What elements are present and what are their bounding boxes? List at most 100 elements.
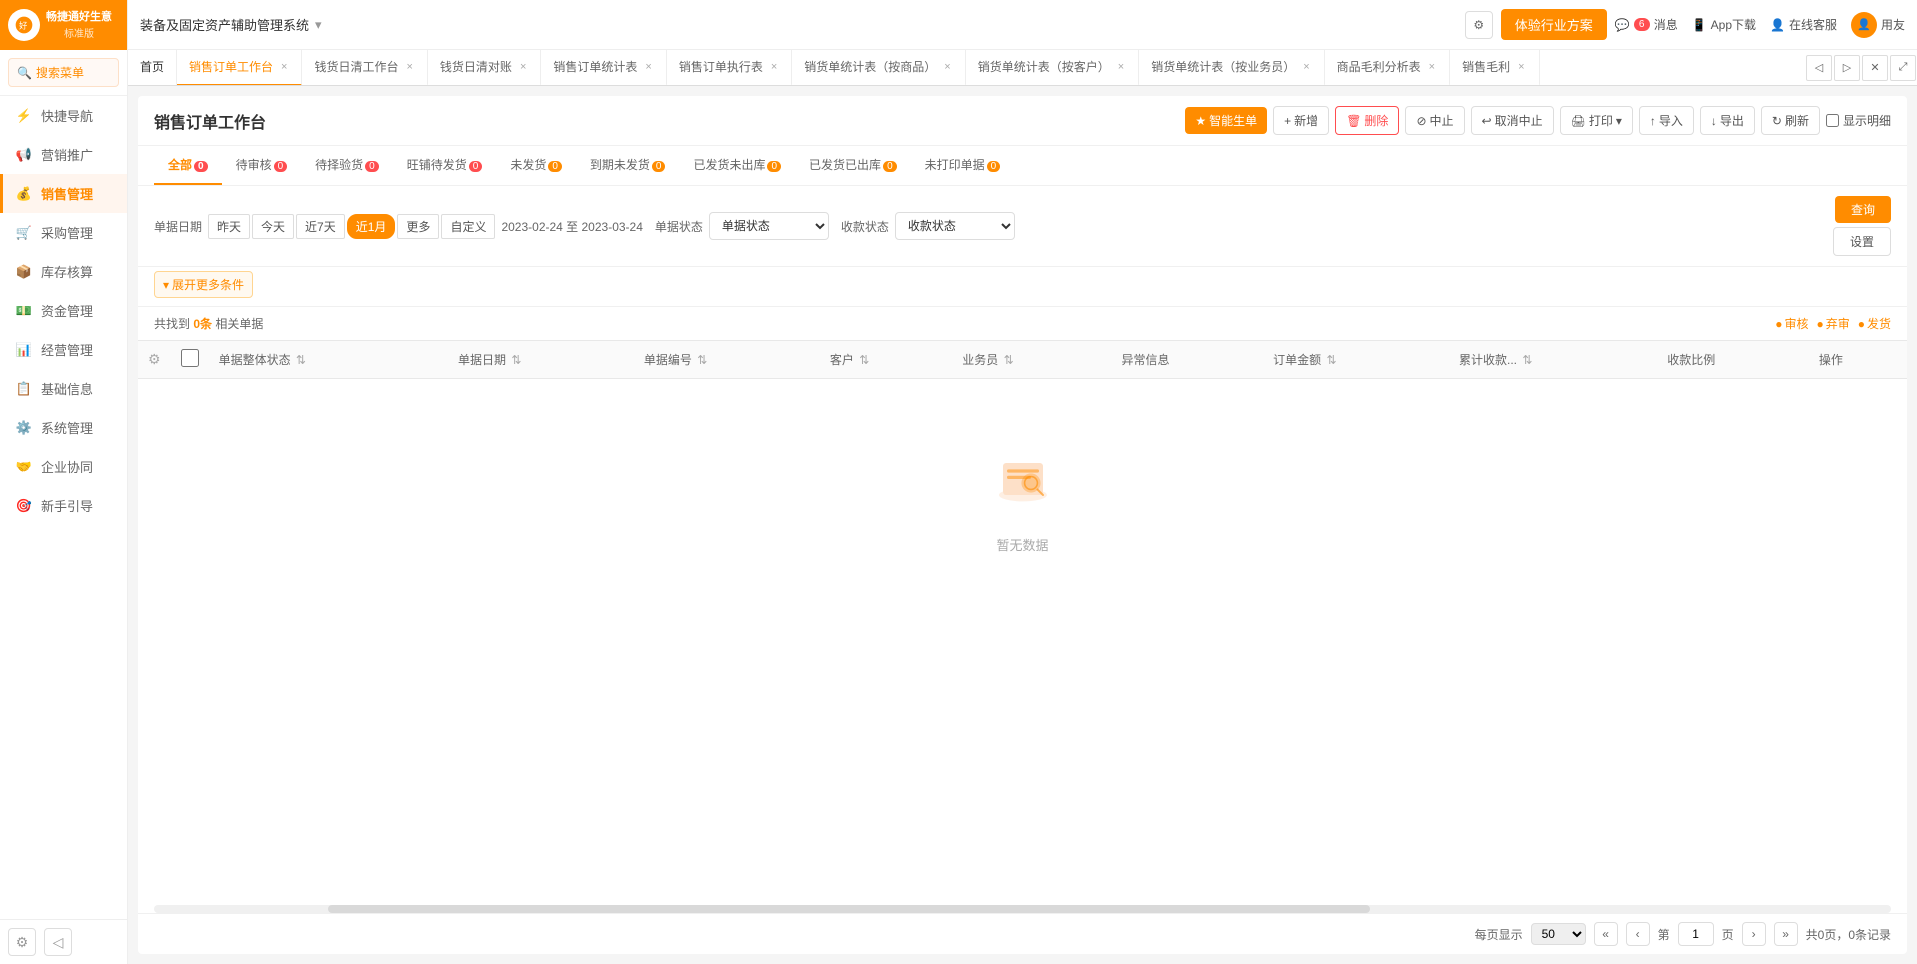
sidebar-item-finance[interactable]: 💵资金管理 bbox=[0, 291, 127, 330]
tab-close-stats3[interactable]: × bbox=[942, 60, 952, 74]
pagination-next-button[interactable]: › bbox=[1742, 922, 1766, 946]
col-customer-sort-icon[interactable]: ⇅ bbox=[859, 353, 869, 367]
payment-filter-select[interactable]: 收款状态 bbox=[895, 212, 1015, 240]
pagination-first-button[interactable]: « bbox=[1594, 922, 1618, 946]
tab-close-money-daily[interactable]: × bbox=[404, 60, 414, 74]
tab-close-sales-workbench[interactable]: × bbox=[279, 60, 289, 74]
tab-stats5[interactable]: 销货单统计表（按业务员）× bbox=[1139, 50, 1324, 86]
sidebar-item-purchase[interactable]: 🛒采购管理 bbox=[0, 213, 127, 252]
tab-close-stats4[interactable]: × bbox=[1116, 60, 1126, 74]
tab-stats6[interactable]: 商品毛利分析表× bbox=[1325, 50, 1450, 86]
tab-close-stats7[interactable]: × bbox=[1516, 60, 1526, 74]
column-settings-icon[interactable]: ⚙ bbox=[148, 351, 161, 367]
col-amount-sort-icon[interactable]: ⇅ bbox=[1326, 353, 1336, 367]
industry-solution-button[interactable]: 体验行业方案 bbox=[1501, 9, 1607, 40]
sub-tab-not-printed[interactable]: 未打印单据0 bbox=[911, 146, 1015, 185]
tab-stats2[interactable]: 销售订单执行表× bbox=[667, 50, 792, 86]
horizontal-scrollbar[interactable] bbox=[154, 905, 1891, 913]
col-amount: 订单金额 ⇅ bbox=[1263, 341, 1449, 379]
sidebar-item-system[interactable]: ⚙️系统管理 bbox=[0, 408, 127, 447]
tab-close-stats6[interactable]: × bbox=[1427, 60, 1437, 74]
tab-close-stats5[interactable]: × bbox=[1301, 60, 1311, 74]
tab-close-stats2[interactable]: × bbox=[769, 60, 779, 74]
pagination-last-button[interactable]: » bbox=[1774, 922, 1798, 946]
stop-button[interactable]: ⊘ 中止 bbox=[1405, 106, 1464, 135]
status-filter-select[interactable]: 单据状态 bbox=[709, 212, 829, 240]
sidebar-item-shortcut[interactable]: ⚡快捷导航 bbox=[0, 96, 127, 135]
page-number-input[interactable] bbox=[1678, 922, 1714, 946]
title-dropdown-icon[interactable]: ▾ bbox=[315, 17, 322, 33]
sidebar-item-base[interactable]: 📋基础信息 bbox=[0, 369, 127, 408]
sub-tab-expired-not-shipped[interactable]: 到期未发货0 bbox=[576, 146, 680, 185]
new-button[interactable]: + 新增 bbox=[1273, 106, 1329, 135]
message-button[interactable]: 💬 6 消息 bbox=[1615, 16, 1678, 33]
export-button[interactable]: ↓ 导出 bbox=[1700, 106, 1755, 135]
user-avatar: 👤 bbox=[1851, 12, 1877, 38]
date-btn-今天[interactable]: 今天 bbox=[252, 214, 294, 239]
sub-tab-pending-inspect[interactable]: 待择验货0 bbox=[301, 146, 393, 185]
sidebar-item-operations[interactable]: 📊经营管理 bbox=[0, 330, 127, 369]
date-btn-更多[interactable]: 更多 bbox=[397, 214, 439, 239]
ship-action-link[interactable]: ● 发货 bbox=[1858, 315, 1891, 332]
sidebar-item-marketing[interactable]: 📢营销推广 bbox=[0, 135, 127, 174]
search-menu-button[interactable]: 🔍 搜索菜单 bbox=[8, 58, 119, 87]
import-button[interactable]: ↑ 导入 bbox=[1639, 106, 1694, 135]
col-status-sort-icon[interactable]: ⇅ bbox=[296, 353, 306, 367]
cancel-stop-button[interactable]: ↩ 取消中止 bbox=[1471, 106, 1554, 135]
settings-gear-icon[interactable]: ⚙ bbox=[8, 928, 36, 956]
tab-money-daily[interactable]: 钱货日清工作台× bbox=[302, 50, 427, 86]
user-menu-button[interactable]: 👤 用友 bbox=[1851, 12, 1905, 38]
sub-tab-not-shipped[interactable]: 未发货0 bbox=[496, 146, 576, 185]
date-btn-昨天[interactable]: 昨天 bbox=[208, 214, 250, 239]
sub-tab-shipped-not-out[interactable]: 已发货未出库0 bbox=[679, 146, 795, 185]
print-button[interactable]: 🖨 打印 ▾ bbox=[1560, 106, 1633, 135]
date-btn-自定义[interactable]: 自定义 bbox=[441, 214, 495, 239]
online-service-button[interactable]: 👤 在线客服 bbox=[1770, 16, 1837, 33]
tab-stats7[interactable]: 销售毛利× bbox=[1450, 50, 1539, 86]
sidebar-item-guide[interactable]: 🎯新手引导 bbox=[0, 486, 127, 525]
app-download-button[interactable]: 📱 App下载 bbox=[1692, 16, 1756, 33]
filter-setting-button[interactable]: 设置 bbox=[1833, 227, 1891, 256]
tab-maximize-button[interactable]: ⤢ bbox=[1890, 55, 1916, 81]
topbar-gear-button[interactable]: ⚙ bbox=[1465, 11, 1493, 39]
sidebar-item-cooperation[interactable]: 🤝企业协同 bbox=[0, 447, 127, 486]
col-date-sort-icon[interactable]: ⇅ bbox=[511, 353, 521, 367]
review-action-link[interactable]: ● 审核 bbox=[1775, 315, 1808, 332]
col-received-sort-icon[interactable]: ⇅ bbox=[1522, 353, 1532, 367]
sidebar-icon-cooperation: 🤝 bbox=[15, 458, 33, 476]
delete-button[interactable]: 🗑 删除 bbox=[1335, 106, 1399, 135]
refresh-button[interactable]: ↻ 刷新 bbox=[1761, 106, 1820, 135]
col-salesperson-sort-icon[interactable]: ⇅ bbox=[1004, 353, 1014, 367]
sub-tab-shipped-out[interactable]: 已发货已出库0 bbox=[795, 146, 911, 185]
tab-stats3[interactable]: 销货单统计表（按商品）× bbox=[792, 50, 965, 86]
date-btn-近7天[interactable]: 近7天 bbox=[296, 214, 345, 239]
expand-filter-button[interactable]: ▾ 展开更多条件 bbox=[154, 271, 253, 298]
tab-close-reconcile[interactable]: × bbox=[518, 60, 528, 74]
col-number-sort-icon[interactable]: ⇅ bbox=[697, 353, 707, 367]
sub-tab-all[interactable]: 全部0 bbox=[154, 146, 222, 185]
sub-tab-pending-review[interactable]: 待审核0 bbox=[222, 146, 302, 185]
date-btn-近1月[interactable]: 近1月 bbox=[347, 214, 396, 239]
per-page-select[interactable]: 50 100 200 bbox=[1531, 923, 1586, 945]
sidebar-item-inventory[interactable]: 📦库存核算 bbox=[0, 252, 127, 291]
sub-tab-shop-pending[interactable]: 旺铺待发货0 bbox=[393, 146, 497, 185]
query-button[interactable]: 查询 bbox=[1835, 196, 1891, 223]
pagination-prev-button[interactable]: ‹ bbox=[1626, 922, 1650, 946]
tab-reconcile[interactable]: 钱货日清对账× bbox=[428, 50, 541, 86]
sidebar-item-sales[interactable]: 💰销售管理 bbox=[0, 174, 127, 213]
smart-create-button[interactable]: ★ 智能生单 bbox=[1185, 107, 1267, 134]
unreview-action-link[interactable]: ● 弃审 bbox=[1816, 315, 1849, 332]
tab-home[interactable]: 首页 bbox=[128, 50, 177, 86]
collapse-sidebar-button[interactable]: ◁ bbox=[44, 928, 72, 956]
tab-stats4[interactable]: 销货单统计表（按客户）× bbox=[966, 50, 1139, 86]
tab-close-all-button[interactable]: ✕ bbox=[1862, 55, 1888, 81]
scrollbar-thumb[interactable] bbox=[328, 905, 1370, 913]
tab-close-stats1[interactable]: × bbox=[643, 60, 653, 74]
tab-sales-workbench[interactable]: 销售订单工作台× bbox=[177, 50, 302, 86]
select-all-checkbox[interactable] bbox=[181, 349, 199, 367]
show-detail-checkbox-label[interactable]: 显示明细 bbox=[1826, 112, 1891, 129]
tab-scroll-right-button[interactable]: ▷ bbox=[1834, 55, 1860, 81]
tab-stats1[interactable]: 销售订单统计表× bbox=[541, 50, 666, 86]
tab-scroll-left-button[interactable]: ◁ bbox=[1806, 55, 1832, 81]
show-detail-checkbox[interactable] bbox=[1826, 114, 1839, 127]
